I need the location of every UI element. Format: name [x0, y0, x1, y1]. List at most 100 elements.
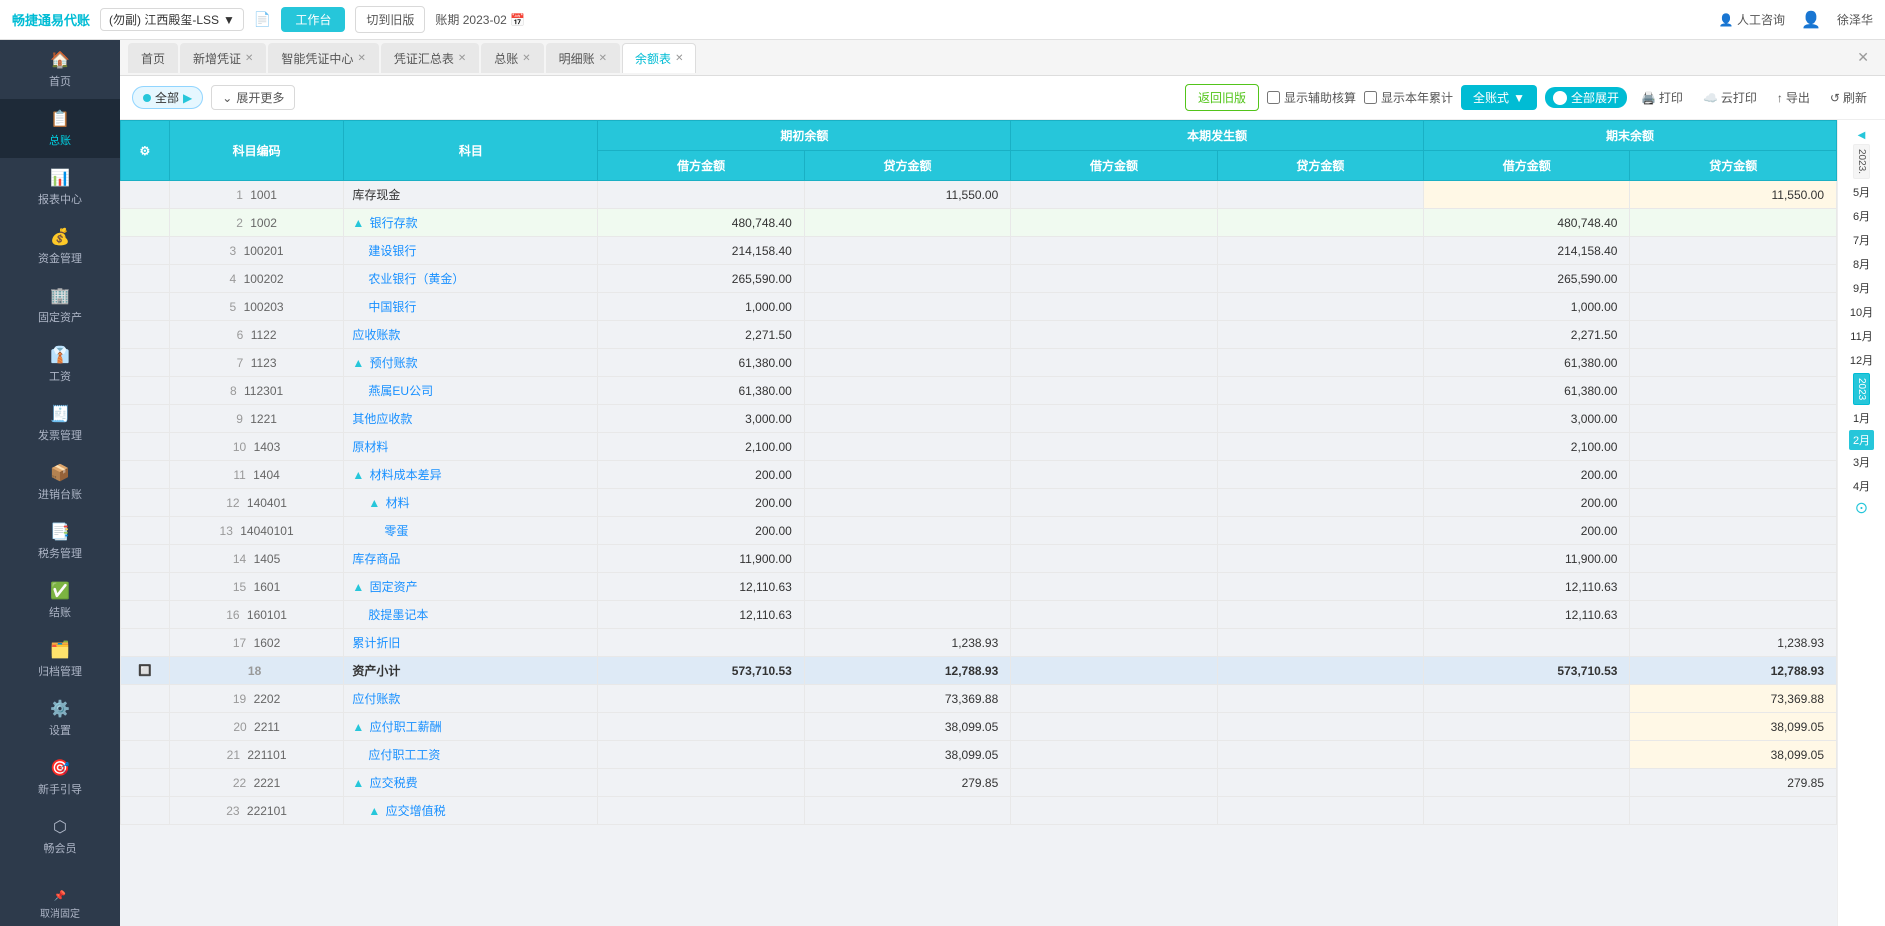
tab-smart-voucher-close[interactable]: ✕	[357, 53, 365, 64]
tab-balance-close[interactable]: ✕	[675, 53, 683, 64]
row-name-cell[interactable]: 累计折旧	[344, 629, 598, 657]
expand-button[interactable]: ⌄ 展开更多	[211, 85, 295, 110]
account-name-link[interactable]: 银行存款	[370, 216, 418, 230]
month-9[interactable]: 9月	[1851, 276, 1872, 300]
sidebar-item-archive[interactable]: 🗂️ 归档管理	[0, 630, 120, 689]
sidebar-item-funds[interactable]: 💰 资金管理	[0, 217, 120, 276]
month-4[interactable]: 4月	[1851, 474, 1872, 498]
aux-checkbox-input[interactable]	[1267, 91, 1280, 104]
ytd-checkbox-input[interactable]	[1364, 91, 1377, 104]
tab-smart-voucher[interactable]: 智能凭证中心 ✕	[268, 43, 378, 73]
expand-all-toggle[interactable]: 全部展开	[1545, 87, 1627, 108]
account-name-link[interactable]: 预付账款	[370, 356, 418, 370]
row-name-cell[interactable]: 中国银行	[344, 293, 598, 321]
tab-balance[interactable]: 余额表 ✕	[622, 43, 696, 73]
sidebar-item-tax[interactable]: 📑 税务管理	[0, 512, 120, 571]
account-name-link[interactable]: 固定资产	[370, 580, 418, 594]
tab-ledger[interactable]: 总账 ✕	[481, 43, 543, 73]
expand-row-icon[interactable]: ▲	[368, 496, 380, 510]
settings-circle-icon[interactable]: ⊙	[1855, 498, 1868, 518]
row-name-cell[interactable]: 零蛋	[344, 517, 598, 545]
year-2023-prev[interactable]: 2023.	[1853, 144, 1870, 179]
sidebar-item-member[interactable]: ⬡ 畅会员	[0, 807, 120, 866]
row-name-cell[interactable]: 应付职工工资	[344, 741, 598, 769]
account-name-link[interactable]: 燕属EU公司	[368, 384, 433, 398]
row-name-cell[interactable]: 其他应收款	[344, 405, 598, 433]
tab-voucher-summary-close[interactable]: ✕	[458, 53, 466, 64]
sidebar-item-settings[interactable]: ⚙️ 设置	[0, 689, 120, 748]
expand-row-icon[interactable]: ▲	[352, 216, 364, 230]
row-name-cell[interactable]: ▲ 固定资产	[344, 573, 598, 601]
sidebar-item-guide[interactable]: 🎯 新手引导	[0, 748, 120, 807]
row-name-cell[interactable]: ▲ 材料	[344, 489, 598, 517]
account-name-link[interactable]: 其他应收款	[352, 412, 412, 426]
expand-row-icon[interactable]: ▲	[352, 720, 364, 734]
show-ytd-checkbox[interactable]: 显示本年累计	[1364, 89, 1453, 106]
sidebar-item-purchase[interactable]: 📦 进销台账	[0, 453, 120, 512]
row-name-cell[interactable]: ▲ 材料成本差异	[344, 461, 598, 489]
expand-row-icon[interactable]: ▲	[352, 468, 364, 482]
account-name-link[interactable]: 胶提墨记本	[368, 608, 428, 622]
account-name-link[interactable]: 材料	[386, 496, 410, 510]
tab-home[interactable]: 首页	[128, 43, 178, 73]
expand-row-icon[interactable]: ▲	[352, 580, 364, 594]
sidebar-item-invoice[interactable]: 🧾 发票管理	[0, 394, 120, 453]
month-2[interactable]: 2月	[1849, 430, 1874, 450]
sidebar-item-close[interactable]: ✅ 结账	[0, 571, 120, 630]
account-name-link[interactable]: 原材料	[352, 440, 388, 454]
show-aux-checkbox[interactable]: 显示辅助核算	[1267, 89, 1356, 106]
consult-button[interactable]: 👤 人工咨询	[1719, 11, 1785, 28]
sidebar-item-assets[interactable]: 🏢 固定资产	[0, 276, 120, 335]
account-name-link[interactable]: 应收账款	[352, 328, 400, 342]
account-name-link[interactable]: 材料成本差异	[370, 468, 442, 482]
year-2023-current[interactable]: 2023	[1853, 373, 1870, 405]
sidebar-item-ledger[interactable]: 📋 总账	[0, 99, 120, 158]
tab-ledger-close[interactable]: ✕	[522, 53, 530, 64]
month-3[interactable]: 3月	[1851, 450, 1872, 474]
expand-row-icon[interactable]: ▲	[352, 776, 364, 790]
print-button[interactable]: 🖨️ 打印	[1635, 86, 1689, 109]
month-10[interactable]: 10月	[1848, 300, 1875, 324]
switch-version-button[interactable]: 切到旧版	[355, 6, 425, 33]
row-name-cell[interactable]: 胶提墨记本	[344, 601, 598, 629]
cloud-print-button[interactable]: ☁️ 云打印	[1697, 86, 1763, 109]
month-1[interactable]: 1月	[1851, 406, 1872, 430]
close-all-tabs-button[interactable]: ✕	[1849, 49, 1877, 66]
row-name-cell[interactable]: 建设银行	[344, 237, 598, 265]
row-name-cell[interactable]: ▲ 应付职工薪酬	[344, 713, 598, 741]
account-name-link[interactable]: 库存商品	[352, 552, 400, 566]
filter-tag[interactable]: 全部 ▶	[132, 86, 203, 109]
tab-detail-close[interactable]: ✕	[599, 53, 607, 64]
account-name-link[interactable]: 建设银行	[368, 244, 416, 258]
row-name-cell[interactable]: ▲ 预付账款	[344, 349, 598, 377]
tab-new-voucher[interactable]: 新增凭证 ✕	[180, 43, 266, 73]
export-button[interactable]: ↑ 导出	[1771, 86, 1816, 109]
account-name-link[interactable]: 农业银行（黄金）	[368, 272, 464, 286]
account-name-link[interactable]: 应付职工薪酬	[370, 720, 442, 734]
account-name-link[interactable]: 零蛋	[384, 524, 408, 538]
month-7[interactable]: 7月	[1851, 228, 1872, 252]
account-name-link[interactable]: 应交增值税	[386, 804, 446, 818]
row-name-cell[interactable]: 应收账款	[344, 321, 598, 349]
row-name-cell[interactable]: ▲ 应交增值税	[344, 797, 598, 825]
row-name-cell[interactable]: 原材料	[344, 433, 598, 461]
full-style-button[interactable]: 全账式 ▼	[1461, 85, 1537, 110]
month-6[interactable]: 6月	[1851, 204, 1872, 228]
expand-row-icon[interactable]: ▲	[352, 356, 364, 370]
calendar-icon[interactable]: 📅	[510, 13, 525, 27]
account-name-link[interactable]: 累计折旧	[352, 636, 400, 650]
row-name-cell[interactable]: 燕属EU公司	[344, 377, 598, 405]
account-name-link[interactable]: 应付职工工资	[368, 748, 440, 762]
row-name-cell[interactable]: 应付账款	[344, 685, 598, 713]
account-name-link[interactable]: 中国银行	[368, 300, 416, 314]
company-selector[interactable]: (勿副) 江西殿玺-LSS ▼	[100, 8, 244, 31]
row-name-cell[interactable]: ▲ 应交税费	[344, 769, 598, 797]
month-11[interactable]: 11月	[1848, 324, 1874, 348]
month-12[interactable]: 12月	[1848, 348, 1875, 372]
refresh-button[interactable]: ↺ 刷新	[1824, 86, 1873, 109]
expand-row-icon[interactable]: ▲	[368, 804, 380, 818]
row-name-cell[interactable]: ▲ 银行存款	[344, 209, 598, 237]
month-8[interactable]: 8月	[1851, 252, 1872, 276]
tab-detail[interactable]: 明细账 ✕	[546, 43, 620, 73]
panel-expand-icon[interactable]: ◀	[1856, 128, 1868, 143]
